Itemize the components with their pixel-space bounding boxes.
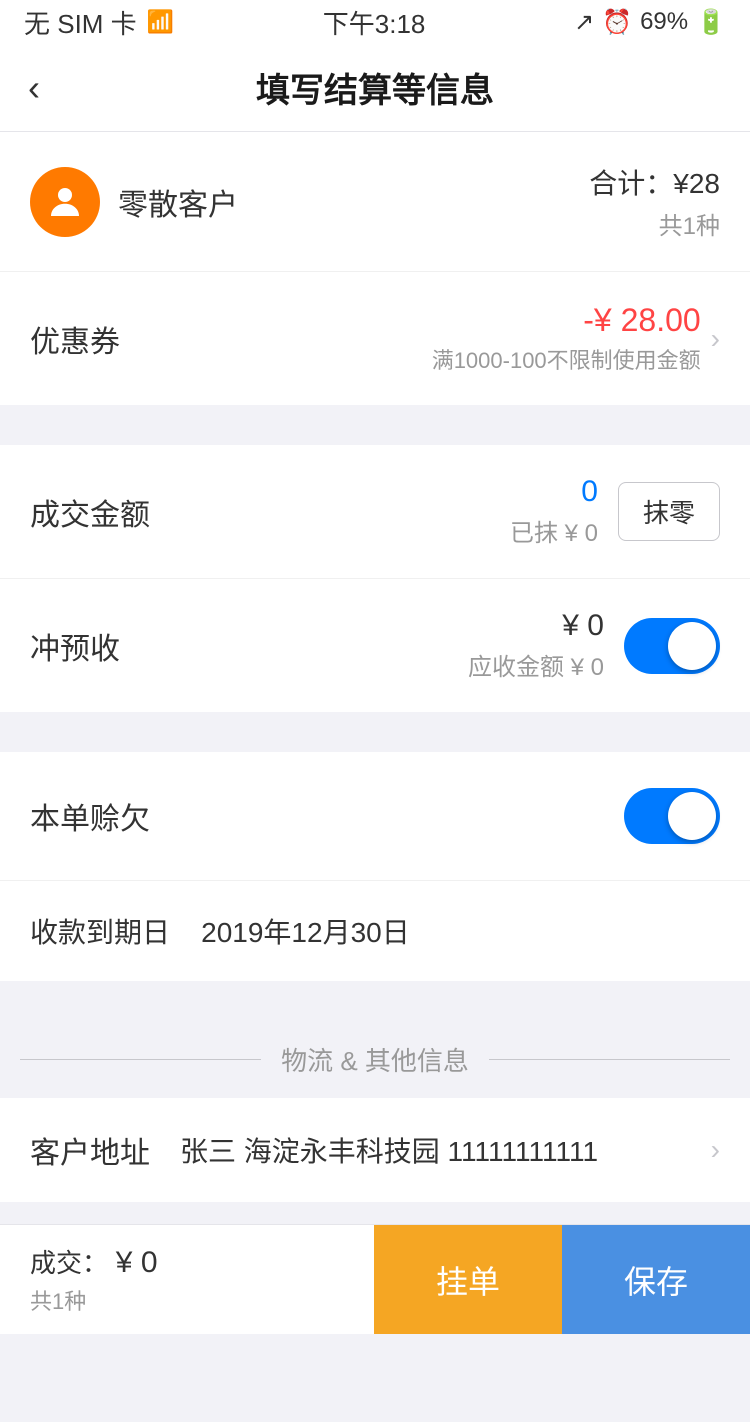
total-amount: 合计：¥28	[589, 162, 720, 202]
battery-label: 69%	[640, 8, 688, 36]
address-label: 客户地址	[30, 1128, 150, 1172]
page-title: 填写结算等信息	[256, 63, 494, 112]
status-right: ↗ ⏰ 69% 🔋	[574, 8, 726, 37]
chevron-right-icon: ›	[711, 323, 720, 355]
prepayment-right: ¥ 0 应收金额 ¥ 0	[468, 609, 720, 682]
bottom-bar: 成交： ¥ 0 共1种 挂单 保存	[0, 1224, 750, 1334]
battery-icon: 🔋	[696, 8, 726, 37]
deal-amount-label: 成交金额	[30, 490, 150, 534]
due-date-label: 收款到期日	[30, 917, 170, 948]
time-label: 下午3:18	[323, 4, 426, 41]
debit-label: 本单赊欠	[30, 794, 150, 838]
bottom-count: 共1种	[30, 1284, 344, 1316]
prepayment-label: 冲预收	[30, 624, 120, 668]
address-row[interactable]: 客户地址 张三 海淀永丰科技园 11111111111 ›	[0, 1098, 750, 1202]
hold-button[interactable]: 挂单	[374, 1225, 562, 1334]
deal-amount-value-wrap: 0 已抹 ¥ 0	[510, 475, 598, 548]
customer-name: 零散客户	[118, 180, 238, 224]
logistics-line-left	[20, 1059, 261, 1060]
separator-1	[0, 425, 750, 445]
separator-3	[0, 1001, 750, 1021]
coupon-label: 优惠券	[30, 317, 120, 361]
bottom-info: 成交： ¥ 0 共1种	[0, 1225, 374, 1334]
date-row: 收款到期日 2019年12月30日	[0, 880, 750, 981]
wifi-icon: 📶	[147, 9, 174, 35]
back-button[interactable]: ‹	[28, 67, 40, 109]
debit-toggle[interactable]	[624, 788, 720, 844]
deal-amount-sub: 已抹 ¥ 0	[510, 513, 598, 548]
save-button[interactable]: 保存	[562, 1225, 750, 1334]
logistics-line-right	[489, 1059, 730, 1060]
toggle-knob	[668, 622, 716, 670]
debit-row: 本单赊欠	[0, 752, 750, 880]
alarm-icon: ⏰	[602, 8, 632, 37]
separator-2	[0, 732, 750, 752]
form-section: 成交金额 0 已抹 ¥ 0 抹零 冲预收 ¥ 0 应收金额 ¥ 0	[0, 445, 750, 712]
due-date-value: 2019年12月30日	[201, 917, 410, 948]
date-text: 收款到期日 2019年12月30日	[30, 917, 410, 948]
bottom-deal-label: 成交：	[30, 1248, 108, 1278]
customer-total: 合计：¥28 共1种	[589, 162, 720, 241]
deal-amount-value: 0	[510, 475, 598, 509]
user-icon	[44, 181, 86, 223]
customer-section: 零散客户 合计：¥28 共1种 优惠券 -¥ 28.00 满1000-100不限…	[0, 132, 750, 405]
status-bar: 无 SIM 卡 📶 下午3:18 ↗ ⏰ 69% 🔋	[0, 0, 750, 44]
address-value: 张三 海淀永丰科技园 11111111111	[180, 1130, 681, 1170]
avatar	[30, 167, 100, 237]
deal-amount-right: 0 已抹 ¥ 0 抹零	[510, 475, 720, 548]
prepayment-value-wrap: ¥ 0 应收金额 ¥ 0	[468, 609, 604, 682]
debit-toggle-knob	[668, 792, 716, 840]
prepayment-toggle[interactable]	[624, 618, 720, 674]
coupon-desc: 满1000-100不限制使用金额	[432, 343, 701, 375]
total-count: 共1种	[589, 206, 720, 241]
logistics-divider: 物流 & 其他信息	[0, 1021, 750, 1098]
logistics-label: 物流 & 其他信息	[281, 1041, 469, 1078]
customer-info: 零散客户	[30, 167, 238, 237]
bottom-deal-amount: ¥ 0	[116, 1246, 158, 1279]
prepayment-row: 冲预收 ¥ 0 应收金额 ¥ 0	[0, 579, 750, 712]
status-left: 无 SIM 卡 📶	[24, 4, 174, 41]
coupon-row[interactable]: 优惠券 -¥ 28.00 满1000-100不限制使用金额 ›	[0, 271, 750, 405]
debit-section: 本单赊欠 收款到期日 2019年12月30日	[0, 752, 750, 981]
coupon-right: -¥ 28.00 满1000-100不限制使用金额 ›	[432, 302, 720, 375]
round-zero-button[interactable]: 抹零	[618, 482, 720, 541]
bottom-deal-row: 成交： ¥ 0	[30, 1243, 344, 1280]
address-section: 客户地址 张三 海淀永丰科技园 11111111111 ›	[0, 1098, 750, 1202]
location-icon: ↗	[574, 8, 594, 37]
coupon-amount: -¥ 28.00	[432, 302, 701, 339]
carrier-label: 无 SIM 卡	[24, 4, 137, 41]
deal-amount-row: 成交金额 0 已抹 ¥ 0 抹零	[0, 445, 750, 579]
coupon-info: -¥ 28.00 满1000-100不限制使用金额	[432, 302, 701, 375]
address-chevron-icon: ›	[711, 1134, 720, 1166]
customer-row: 零散客户 合计：¥28 共1种	[0, 132, 750, 271]
prepayment-value: ¥ 0	[468, 609, 604, 643]
prepayment-sub: 应收金额 ¥ 0	[468, 647, 604, 682]
nav-bar: ‹ 填写结算等信息	[0, 44, 750, 132]
